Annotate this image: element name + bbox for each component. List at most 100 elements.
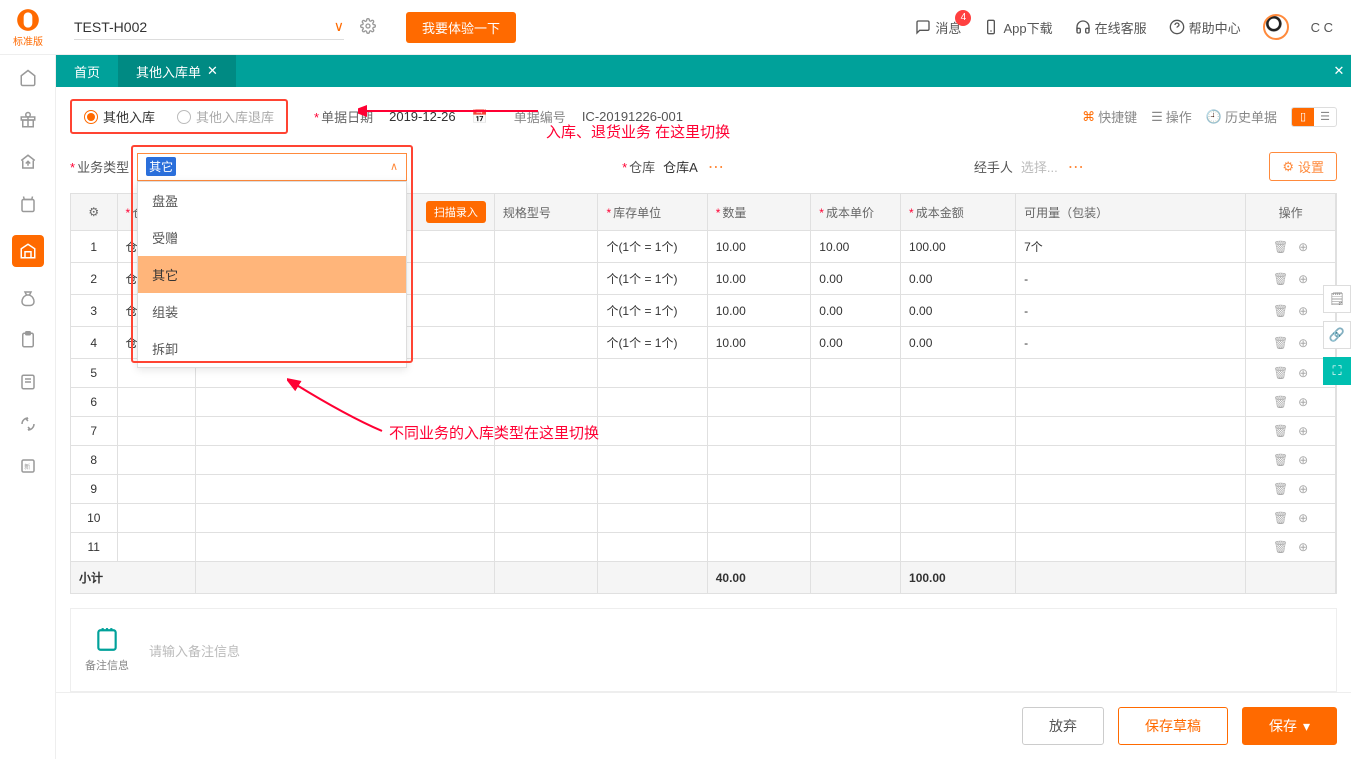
help-center-button[interactable]: 帮助中心	[1169, 18, 1241, 37]
report-icon[interactable]	[17, 371, 39, 393]
table-row[interactable]: 6🗑⊕	[71, 388, 1336, 417]
tab-other-inbound[interactable]: 其他入库单 ✕	[118, 55, 236, 87]
settings-icon[interactable]	[360, 18, 376, 37]
copy-row-icon[interactable]: ⊕	[1298, 453, 1308, 467]
link-icon[interactable]: 🔗	[1323, 321, 1351, 349]
operate-link[interactable]: ☰ 操作	[1151, 107, 1192, 126]
gift-icon[interactable]	[17, 109, 39, 131]
copy-row-icon[interactable]: ⊕	[1298, 511, 1308, 525]
expand-icon[interactable]: ⛶	[1323, 357, 1351, 385]
top-bar: 标准版 TEST-H002 ∨ 我要体验一下 消息 4 App下载 在线客服	[0, 0, 1351, 55]
save-button[interactable]: 保存▾	[1242, 707, 1337, 745]
delete-row-icon[interactable]: 🗑	[1273, 482, 1288, 496]
shortcut-link[interactable]: ⌘快捷键	[1082, 107, 1137, 126]
delete-row-icon[interactable]: 🗑	[1273, 272, 1288, 286]
handler-more-icon[interactable]: ⋯	[1068, 157, 1084, 177]
messages-button[interactable]: 消息 4	[915, 18, 961, 37]
scan-input-button[interactable]: 扫描录入	[426, 201, 486, 223]
doc-date-value[interactable]: 2019-12-26	[389, 109, 456, 124]
biz-option-panying[interactable]: 盘盈	[138, 182, 406, 219]
cycle-icon[interactable]	[17, 413, 39, 435]
new-icon[interactable]: 新	[17, 455, 39, 477]
chevron-down-icon: ∨	[334, 18, 344, 35]
tab-close-icon[interactable]: ✕	[207, 63, 218, 79]
trial-button[interactable]: 我要体验一下	[406, 12, 516, 43]
copy-row-icon[interactable]: ⊕	[1298, 304, 1308, 318]
house-up-icon[interactable]	[17, 151, 39, 173]
save-draft-button[interactable]: 保存草稿	[1118, 707, 1228, 745]
biz-type-select[interactable]: 其它 ∧	[137, 153, 407, 181]
clipboard-icon[interactable]	[17, 329, 39, 351]
svg-text:新: 新	[24, 463, 30, 471]
logo: 标准版	[0, 7, 56, 48]
biz-option-shouzeng[interactable]: 受赠	[138, 219, 406, 256]
user-name: C C	[1311, 20, 1333, 35]
table-row[interactable]: 9🗑⊕	[71, 475, 1336, 504]
delete-row-icon[interactable]: 🗑	[1273, 336, 1288, 350]
avatar[interactable]	[1263, 14, 1289, 40]
table-row[interactable]: 10🗑⊕	[71, 504, 1336, 533]
handler-label: 经手人	[974, 157, 1013, 176]
table-row[interactable]: 8🗑⊕	[71, 446, 1336, 475]
subtotal-row: 小计 40.00 100.00	[71, 562, 1336, 594]
copy-row-icon[interactable]: ⊕	[1298, 540, 1308, 554]
biz-option-zuzhuang[interactable]: 组装	[138, 293, 406, 330]
radio-other-inbound[interactable]: 其他入库	[84, 107, 155, 126]
copy-row-icon[interactable]: ⊕	[1298, 366, 1308, 380]
biz-option-qita[interactable]: 其它	[138, 256, 406, 293]
chevron-down-icon: ▾	[1303, 718, 1310, 735]
customer-service-button[interactable]: 在线客服	[1075, 18, 1147, 37]
delete-row-icon[interactable]: 🗑	[1273, 511, 1288, 525]
copy-row-icon[interactable]: ⊕	[1298, 272, 1308, 286]
table-row[interactable]: 7🗑⊕	[71, 417, 1336, 446]
remark-section: 备注信息 请输入备注信息	[70, 608, 1337, 692]
message-badge: 4	[955, 10, 971, 26]
right-rail: 🗒 🔗 ⛶	[1323, 285, 1351, 385]
delete-row-icon[interactable]: 🗑	[1273, 540, 1288, 554]
view-toggle-card[interactable]: ▯	[1292, 108, 1314, 126]
delete-row-icon[interactable]: 🗑	[1273, 304, 1288, 318]
app-download-button[interactable]: App下载	[983, 18, 1052, 37]
handler-input[interactable]: 选择...	[1021, 157, 1058, 176]
view-toggle-list[interactable]: ☰	[1314, 108, 1336, 126]
discard-button[interactable]: 放弃	[1022, 707, 1104, 745]
warehouse-label: *仓库	[622, 157, 655, 176]
doc-no-value: IC-20191226-001	[582, 109, 683, 124]
copy-row-icon[interactable]: ⊕	[1298, 482, 1308, 496]
left-sidebar: 新	[0, 55, 56, 759]
biz-type-label: *业务类型	[70, 157, 129, 176]
warehouse-value[interactable]: 仓库A	[663, 157, 698, 176]
table-row[interactable]: 11🗑⊕	[71, 533, 1336, 562]
delete-row-icon[interactable]: 🗑	[1273, 453, 1288, 467]
copy-row-icon[interactable]: ⊕	[1298, 424, 1308, 438]
org-selector[interactable]: TEST-H002 ∨	[74, 14, 344, 40]
delete-row-icon[interactable]: 🗑	[1273, 366, 1288, 380]
tabs-close-all[interactable]: ✕	[1327, 55, 1351, 87]
copy-row-icon[interactable]: ⊕	[1298, 395, 1308, 409]
money-bag-icon[interactable]	[17, 287, 39, 309]
biz-type-dropdown: 盘盈 受赠 其它 组装 拆卸	[137, 181, 407, 368]
tabs-bar: 首页 其他入库单 ✕ ✕	[56, 55, 1351, 87]
delete-row-icon[interactable]: 🗑	[1273, 424, 1288, 438]
delete-row-icon[interactable]: 🗑	[1273, 395, 1288, 409]
radio-other-inbound-return[interactable]: 其他入库退库	[177, 107, 274, 126]
biz-option-chaixie[interactable]: 拆卸	[138, 330, 406, 367]
note-icon[interactable]: 🗒	[1323, 285, 1351, 313]
calendar-icon[interactable]: 📅	[472, 109, 488, 125]
home-icon[interactable]	[17, 67, 39, 89]
doc-date-label: *单据日期	[314, 107, 373, 126]
warehouse-icon[interactable]	[12, 235, 44, 267]
caret-up-icon: ∧	[390, 160, 398, 173]
warehouse-more-icon[interactable]: ⋯	[708, 157, 724, 177]
table-settings-icon[interactable]: ⚙	[71, 194, 117, 231]
remark-input[interactable]: 请输入备注信息	[149, 641, 1322, 660]
doc-no-label: 单据编号	[514, 107, 566, 126]
tab-home[interactable]: 首页	[56, 55, 118, 87]
copy-row-icon[interactable]: ⊕	[1298, 240, 1308, 254]
delete-row-icon[interactable]: 🗑	[1273, 240, 1288, 254]
copy-row-icon[interactable]: ⊕	[1298, 336, 1308, 350]
history-link[interactable]: 🕘 历史单据	[1206, 107, 1277, 126]
view-toggle[interactable]: ▯ ☰	[1291, 107, 1337, 127]
settings-button[interactable]: ⚙设置	[1269, 152, 1337, 181]
bag-icon[interactable]	[17, 193, 39, 215]
